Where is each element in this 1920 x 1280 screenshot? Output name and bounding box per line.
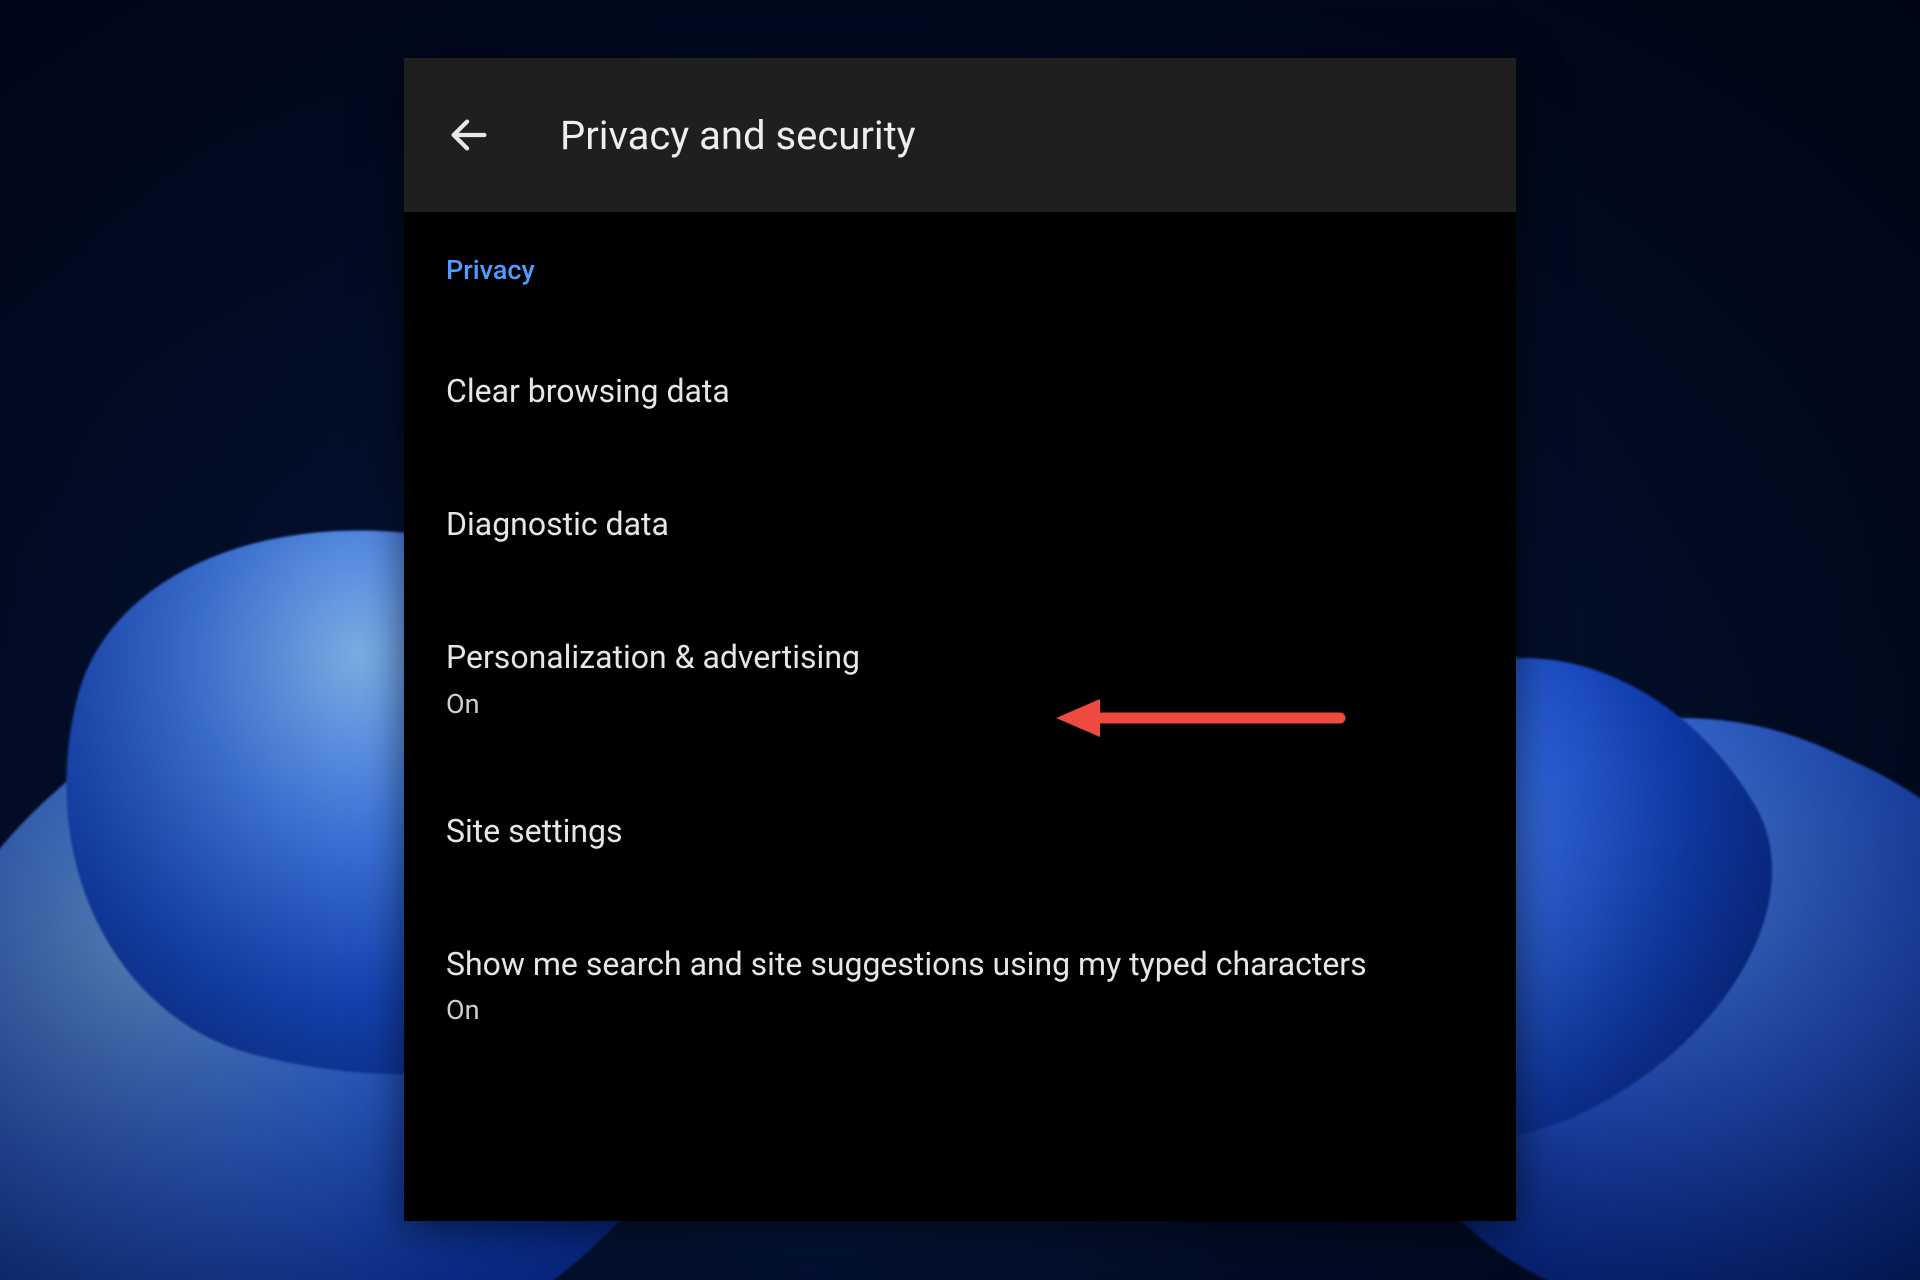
item-title: Show me search and site suggestions usin… [446, 943, 1474, 986]
item-title: Clear browsing data [446, 370, 1474, 413]
personalization-advertising-item[interactable]: Personalization & advertising On [446, 636, 1474, 719]
page-title: Privacy and security [560, 112, 916, 159]
item-subtitle: On [446, 688, 1474, 720]
item-title: Site settings [446, 810, 1474, 853]
back-arrow-icon[interactable] [446, 112, 492, 158]
diagnostic-data-item[interactable]: Diagnostic data [446, 503, 1474, 546]
item-title: Personalization & advertising [446, 636, 1474, 679]
site-settings-item[interactable]: Site settings [446, 810, 1474, 853]
header-bar: Privacy and security [404, 58, 1516, 212]
privacy-section-label: Privacy [446, 254, 1474, 286]
settings-content: Privacy Clear browsing data Diagnostic d… [404, 212, 1516, 1026]
privacy-settings-window: Privacy and security Privacy Clear brows… [404, 58, 1516, 1221]
search-suggestions-item[interactable]: Show me search and site suggestions usin… [446, 943, 1474, 1026]
item-subtitle: On [446, 994, 1474, 1026]
item-title: Diagnostic data [446, 503, 1474, 546]
clear-browsing-data-item[interactable]: Clear browsing data [446, 370, 1474, 413]
